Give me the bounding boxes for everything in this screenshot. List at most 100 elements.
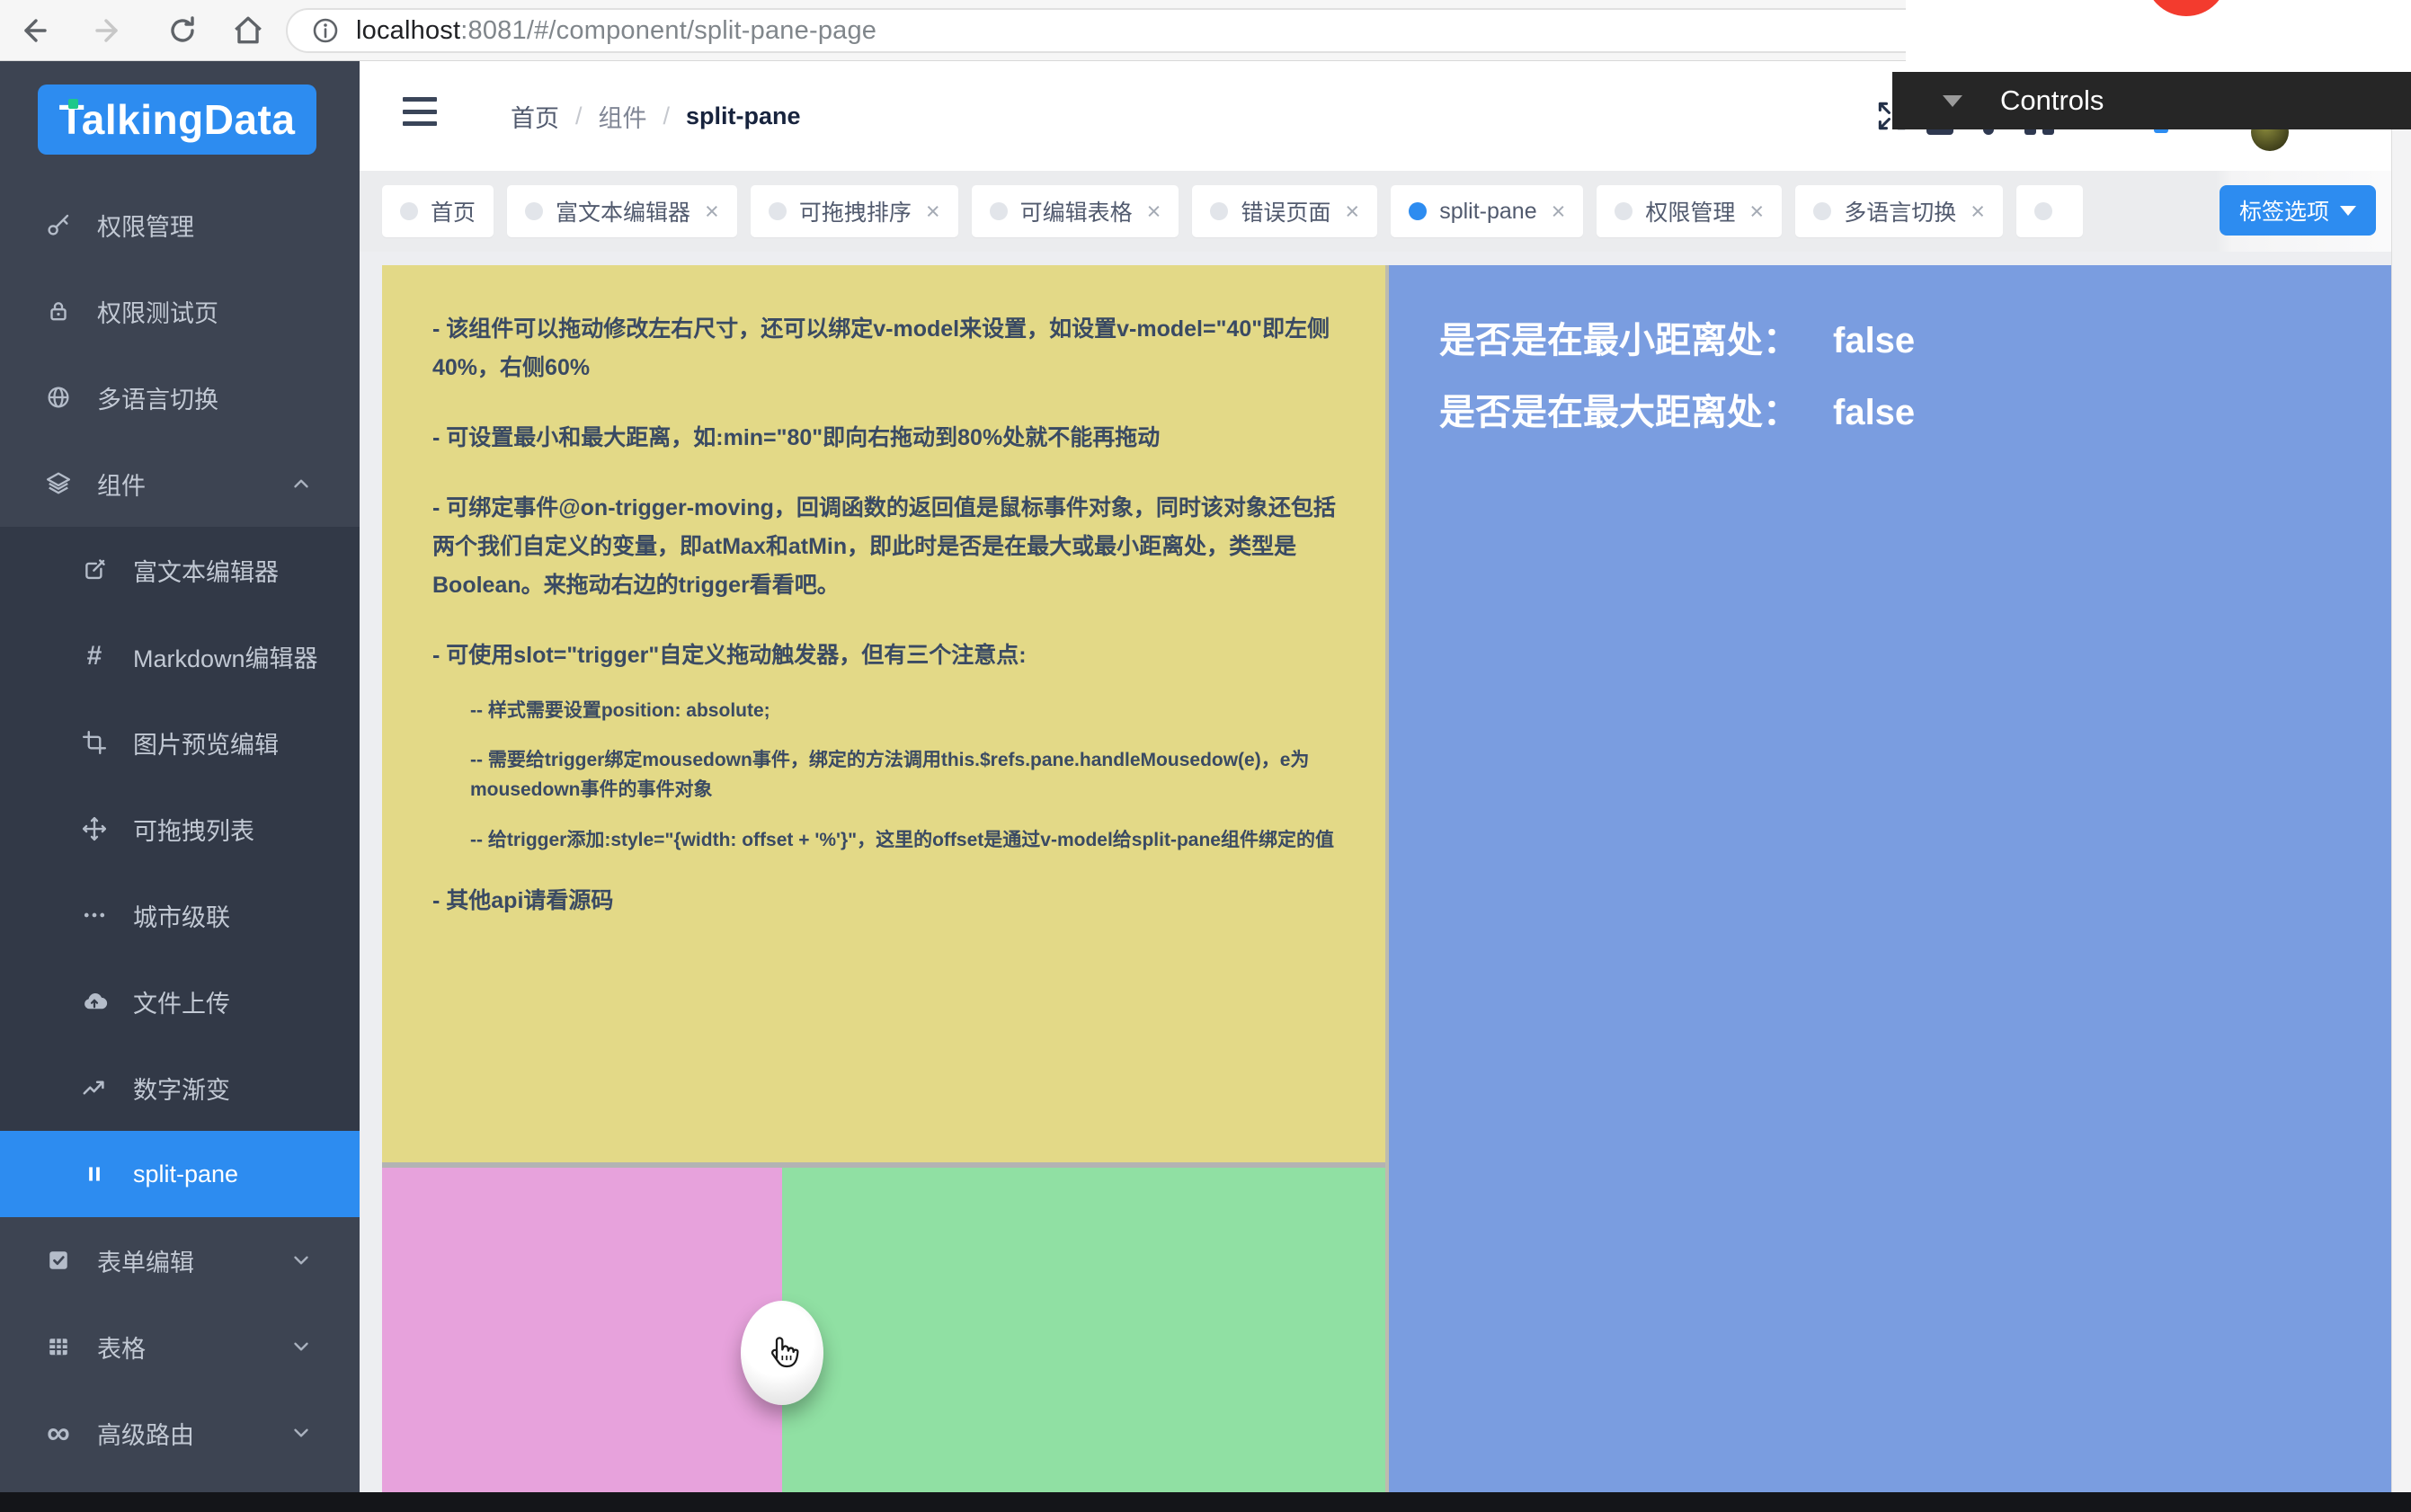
- tab-close-icon[interactable]: ×: [926, 199, 940, 224]
- sidebar-item-permission-test[interactable]: 权限测试页: [0, 268, 360, 354]
- tab-draggable-sort[interactable]: 可拖拽排序 ×: [750, 185, 958, 237]
- tab-partial[interactable]: [2015, 185, 2083, 237]
- tab-dot-icon: [1409, 202, 1428, 220]
- hamburger-menu-icon[interactable]: [403, 97, 437, 126]
- sidebar-item-image-editor[interactable]: 图片预览编辑: [0, 699, 360, 786]
- sidebar-item-permission[interactable]: 权限管理: [0, 182, 360, 268]
- reload-icon[interactable]: [165, 13, 200, 49]
- custom-drag-trigger[interactable]: [741, 1301, 823, 1405]
- sidebar-item-count-to[interactable]: 数字渐变: [0, 1045, 360, 1131]
- tab-i18n[interactable]: 多语言切换 ×: [1795, 185, 2003, 237]
- tab-permission[interactable]: 权限管理 ×: [1597, 185, 1783, 237]
- at-max-status: 是否是在最大距离处： false: [1439, 395, 2391, 431]
- back-icon[interactable]: [15, 13, 51, 49]
- nested-split-left-pane: [382, 1168, 782, 1492]
- sidebar-item-rich-editor[interactable]: 富文本编辑器: [0, 527, 360, 613]
- sidebar-item-i18n[interactable]: 多语言切换: [0, 354, 360, 440]
- pause-icon: [79, 1159, 110, 1189]
- bottom-edge-bar: [0, 1492, 2411, 1512]
- sidebar-item-label: 图片预览编辑: [133, 731, 279, 759]
- sidebar-item-components[interactable]: 组件: [0, 440, 360, 527]
- sidebar-item-label: 组件: [97, 472, 146, 500]
- tab-label: 权限管理: [1645, 200, 1736, 226]
- tag-options-label: 标签选项: [2238, 200, 2329, 225]
- at-max-label: 是否是在最大距离处：: [1439, 393, 1799, 432]
- breadcrumb-components[interactable]: 组件: [599, 99, 647, 134]
- forward-icon[interactable]: [91, 13, 127, 49]
- split-left-pane: - 该组件可以拖动修改左右尺寸，还可以绑定v-model来设置，如设置v-mod…: [382, 265, 1385, 1162]
- tab-label: 错误页面: [1241, 200, 1331, 226]
- sidebar-item-label: 文件上传: [133, 990, 230, 1018]
- record-button-icon[interactable]: [2145, 0, 2228, 16]
- controls-bar[interactable]: Controls: [1892, 72, 2411, 129]
- tab-home[interactable]: 首页: [382, 185, 494, 237]
- tab-close-icon[interactable]: ×: [1971, 199, 1985, 224]
- site-info-icon[interactable]: [311, 16, 340, 45]
- sidebar-item-form-edit[interactable]: 表单编辑: [0, 1217, 360, 1303]
- sidebar-item-markdown[interactable]: # Markdown编辑器: [0, 613, 360, 699]
- at-min-value: false: [1833, 321, 1916, 360]
- desc-sub-item: -- 样式需要设置position: absolute;: [470, 700, 770, 721]
- tab-dot-icon: [1210, 202, 1229, 220]
- chevron-down-icon: [289, 1335, 313, 1358]
- breadcrumb-separator: /: [575, 102, 583, 129]
- sidebar: TalkingData 权限管理 权限测试页 多语言切换 组件 富文本编辑器 #…: [0, 61, 360, 1512]
- desc-paragraph: - 可设置最小和最大距离，如:min="80"即向右拖动到80%处就不能再拖动: [432, 425, 1161, 450]
- tab-label: 多语言切换: [1844, 200, 1957, 226]
- sidebar-item-tables[interactable]: 表格: [0, 1303, 360, 1390]
- chevron-down-icon: [289, 1421, 313, 1445]
- tab-rich-editor[interactable]: 富文本编辑器 ×: [507, 185, 737, 237]
- key-icon: [43, 209, 74, 240]
- trending-up-icon: [79, 1072, 110, 1103]
- breadcrumb-home[interactable]: 首页: [511, 99, 559, 134]
- caret-down-icon: [1943, 94, 1962, 107]
- sidebar-item-label: 表格: [97, 1335, 146, 1363]
- app-logo[interactable]: TalkingData: [38, 84, 316, 155]
- lock-icon: [43, 296, 74, 326]
- tab-close-icon[interactable]: ×: [1749, 199, 1764, 224]
- sidebar-item-draggable-list[interactable]: 可拖拽列表: [0, 786, 360, 872]
- checkbox-icon: [43, 1245, 74, 1276]
- tab-dot-icon: [768, 202, 787, 220]
- ellipsis-icon: [79, 900, 110, 930]
- page-content: - 该组件可以拖动修改左右尺寸，还可以绑定v-model来设置，如设置v-mod…: [360, 252, 2411, 1512]
- desc-sub-item: -- 给trigger添加:style="{width: offset + '%…: [470, 829, 1334, 850]
- globe-icon: [43, 382, 74, 413]
- at-min-label: 是否是在最小距离处：: [1439, 321, 1799, 360]
- sidebar-item-city-cascade[interactable]: 城市级联: [0, 872, 360, 958]
- at-max-value: false: [1833, 393, 1916, 432]
- tab-close-icon[interactable]: ×: [1345, 199, 1359, 224]
- sidebar-item-advanced-router[interactable]: ∞ 高级路由: [0, 1390, 360, 1476]
- tab-editable-table[interactable]: 可编辑表格 ×: [971, 185, 1179, 237]
- sidebar-item-split-pane[interactable]: split-pane: [0, 1131, 360, 1217]
- page-scrollbar[interactable]: [2391, 61, 2411, 1492]
- nested-split-right-pane: [782, 1168, 1385, 1492]
- breadcrumb-separator: /: [663, 102, 671, 129]
- tab-dot-icon: [2033, 202, 2052, 220]
- sidebar-item-label: 可拖拽列表: [133, 817, 254, 845]
- tab-error-page[interactable]: 错误页面 ×: [1192, 185, 1378, 237]
- sidebar-item-label: 表单编辑: [97, 1249, 194, 1276]
- tab-split-pane[interactable]: split-pane ×: [1391, 185, 1584, 237]
- tab-dot-icon: [1813, 202, 1832, 220]
- sidebar-item-label: 高级路由: [97, 1421, 194, 1449]
- sidebar-item-file-upload[interactable]: 文件上传: [0, 958, 360, 1045]
- sidebar-item-label: 富文本编辑器: [133, 558, 279, 586]
- hash-icon: #: [86, 641, 102, 671]
- tabs-list: 首页 富文本编辑器 × 可拖拽排序 × 可编辑表格 × 错误页面 × split…: [382, 185, 2083, 237]
- at-min-status: 是否是在最小距离处： false: [1439, 323, 2391, 359]
- tab-close-icon[interactable]: ×: [1147, 199, 1161, 224]
- home-icon[interactable]: [230, 13, 266, 49]
- controls-label: Controls: [2000, 84, 2104, 116]
- tab-close-icon[interactable]: ×: [1552, 199, 1566, 224]
- tag-options-panel: 标签选项: [2216, 171, 2411, 252]
- tab-dot-icon: [989, 202, 1008, 220]
- sidebar-menu: 权限管理 权限测试页 多语言切换 组件 富文本编辑器 # Markdown编辑器…: [0, 182, 360, 1476]
- chevron-up-icon: [289, 472, 313, 495]
- sidebar-item-label: 城市级联: [133, 903, 230, 931]
- compose-icon: [79, 555, 110, 585]
- tag-options-button[interactable]: 标签选项: [2219, 185, 2376, 236]
- tab-dot-icon: [1615, 202, 1633, 220]
- tab-close-icon[interactable]: ×: [705, 199, 719, 224]
- desc-sub-item: -- 需要给trigger绑定mousedown事件，绑定的方法调用this.$…: [470, 750, 1310, 801]
